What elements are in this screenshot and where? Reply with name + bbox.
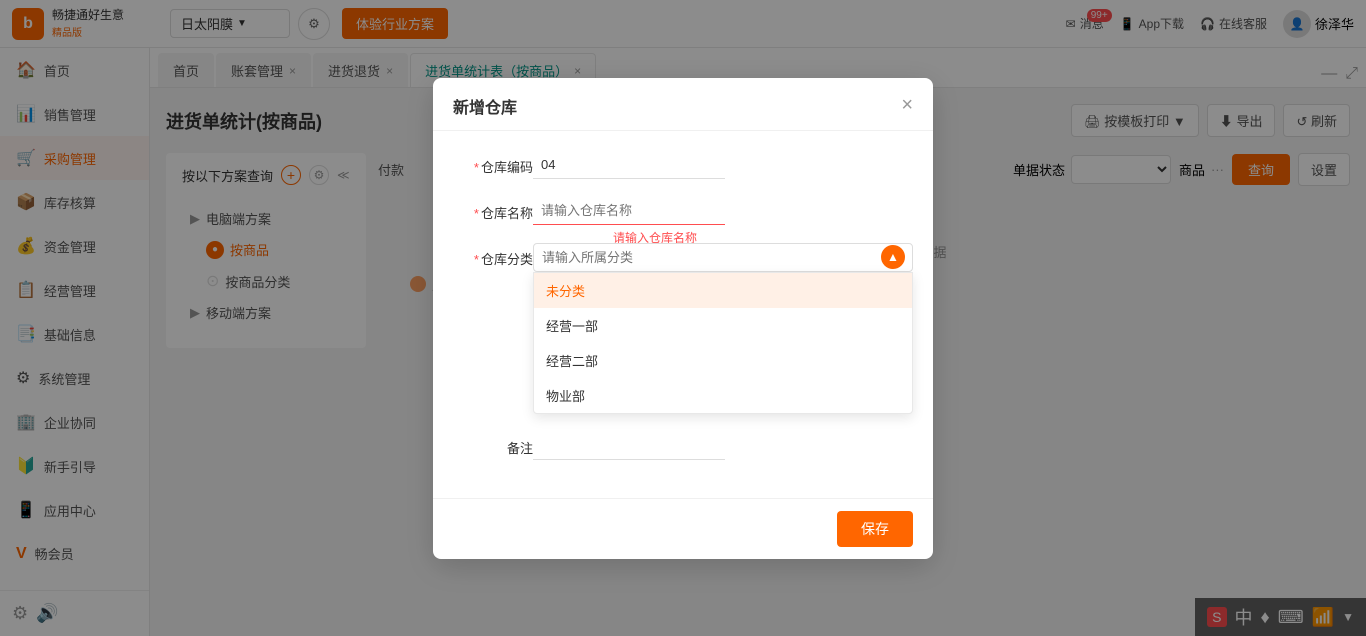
category-input[interactable] <box>533 243 913 272</box>
form-row-category: 仓库分类 ▲ 未分类 经营一部 经营二部 物业部 <box>453 243 913 272</box>
remark-input[interactable] <box>533 432 725 460</box>
name-label: 仓库名称 <box>453 197 533 222</box>
modal-save-button[interactable]: 保存 <box>837 511 913 547</box>
modal-overlay[interactable]: 新增仓库 × 仓库编码 仓库名称 请输入仓库名称 仓库分类 <box>0 0 1366 636</box>
dropdown-item-ops2[interactable]: 经营二部 <box>534 343 912 378</box>
modal-title: 新增仓库 <box>453 94 517 118</box>
modal-footer: 保存 <box>433 498 933 559</box>
modal-body: 仓库编码 仓库名称 请输入仓库名称 仓库分类 ▲ <box>433 131 933 498</box>
form-row-code: 仓库编码 <box>453 151 913 179</box>
name-input[interactable] <box>533 197 725 225</box>
form-row-remark: 备注 <box>453 432 913 460</box>
name-input-wrapper: 请输入仓库名称 <box>533 197 913 225</box>
modal-header: 新增仓库 × <box>433 78 933 131</box>
code-input-wrapper <box>533 151 913 179</box>
category-dropdown-toggle[interactable]: ▲ <box>881 245 905 269</box>
dropdown-item-unclassified[interactable]: 未分类 <box>534 273 912 308</box>
dropdown-item-ops1[interactable]: 经营一部 <box>534 308 912 343</box>
code-label: 仓库编码 <box>453 151 533 176</box>
remark-input-wrapper <box>533 432 913 460</box>
dropdown-item-property[interactable]: 物业部 <box>534 378 912 413</box>
category-dropdown-list: 未分类 经营一部 经营二部 物业部 <box>533 272 913 414</box>
form-row-name: 仓库名称 请输入仓库名称 <box>453 197 913 225</box>
code-input[interactable] <box>533 151 725 179</box>
remark-label: 备注 <box>453 432 533 457</box>
modal-close-button[interactable]: × <box>901 94 913 117</box>
category-input-wrapper: ▲ 未分类 经营一部 经营二部 物业部 <box>533 243 913 272</box>
category-label: 仓库分类 <box>453 243 533 268</box>
modal-new-warehouse: 新增仓库 × 仓库编码 仓库名称 请输入仓库名称 仓库分类 <box>433 78 933 559</box>
